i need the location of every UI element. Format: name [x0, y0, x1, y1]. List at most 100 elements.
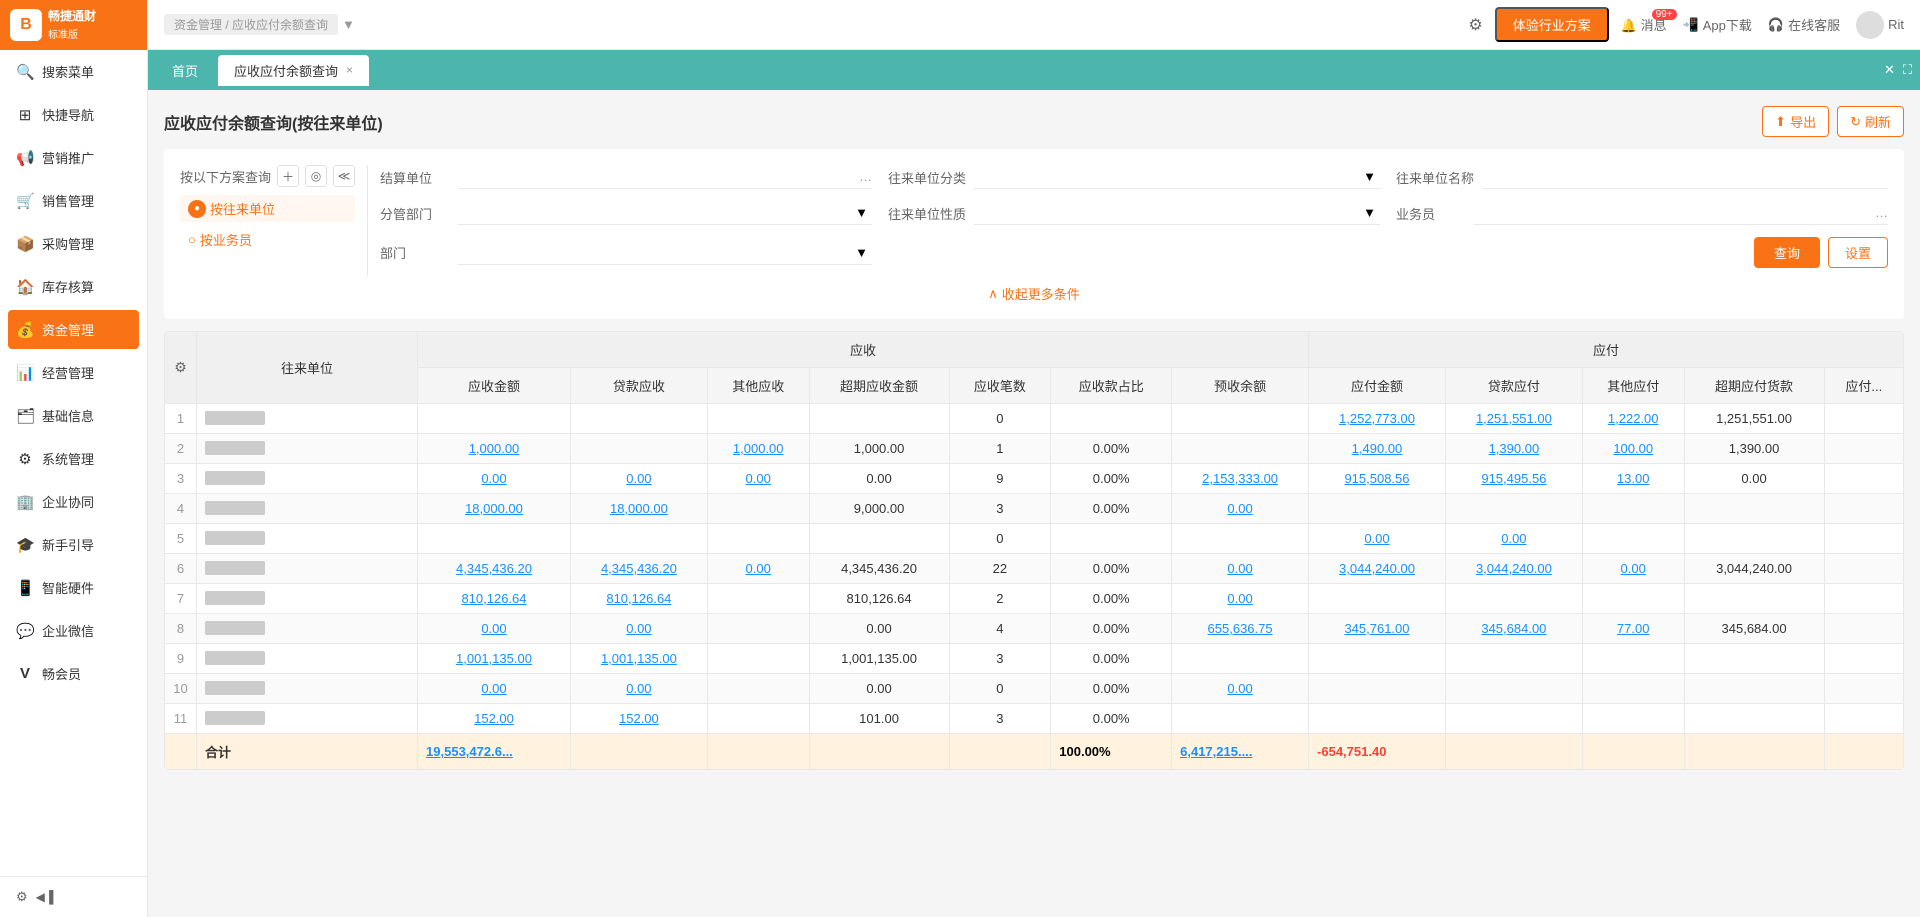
table-cell-link[interactable]: 3,044,240.00 [1445, 554, 1582, 584]
table-cell-link[interactable] [707, 614, 809, 644]
sidebar-item-system[interactable]: ⚙ 系统管理 [0, 437, 147, 480]
table-cell-link[interactable] [1582, 584, 1684, 614]
sidebar-item-operation[interactable]: 📊 经营管理 [0, 351, 147, 394]
maximize-window-icon[interactable]: ⛶ [1903, 62, 1912, 78]
table-cell-link[interactable]: 13.00 [1582, 464, 1684, 494]
sidebar-item-sales[interactable]: 🛒 销售管理 [0, 179, 147, 222]
table-cell-link[interactable] [570, 524, 707, 554]
settings-footer-icon[interactable]: ⚙ [16, 889, 28, 905]
table-cell-link[interactable]: 100.00 [1582, 434, 1684, 464]
table-cell-link[interactable] [1309, 704, 1446, 734]
filter-dept-dropdown[interactable]: ▼ [458, 201, 872, 225]
sidebar-item-hardware[interactable]: 📱 智能硬件 [0, 566, 147, 609]
table-cell-link[interactable]: 0.00 [570, 674, 707, 704]
table-cell-link[interactable]: 915,495.56 [1445, 464, 1582, 494]
table-cell-link[interactable]: 152.00 [418, 704, 571, 734]
table-cell-link[interactable]: 1,490.00 [1309, 434, 1446, 464]
table-cell-link[interactable]: 0.00 [570, 464, 707, 494]
table-cell-link[interactable]: 1,222.00 [1582, 404, 1684, 434]
filter-settlement-dots-icon[interactable]: … [859, 169, 872, 184]
filter-option-salesperson[interactable]: ○ 按业务员 [180, 226, 355, 253]
table-cell-link[interactable]: 655,636.75 [1172, 614, 1309, 644]
table-cell-link[interactable]: 0.00 [1582, 554, 1684, 584]
collapse-sidebar-button[interactable]: ◀▐ [36, 890, 54, 904]
table-cell-link[interactable]: 77.00 [1582, 614, 1684, 644]
table-cell-link[interactable] [1445, 704, 1582, 734]
table-cell-link[interactable] [418, 524, 571, 554]
table-cell-link[interactable]: 0.00 [418, 674, 571, 704]
table-cell-link[interactable] [1172, 704, 1309, 734]
table-cell-link[interactable] [1172, 644, 1309, 674]
sidebar-item-marketing[interactable]: 📢 营销推广 [0, 136, 147, 179]
service-button[interactable]: 🎧 在线客服 [1768, 15, 1840, 34]
filter-category-dropdown[interactable]: ▼ [974, 165, 1380, 189]
export-button[interactable]: ⬆ 导出 [1762, 106, 1829, 137]
table-cell-link[interactable] [1309, 584, 1446, 614]
table-cell-link[interactable]: 0.00 [1172, 554, 1309, 584]
table-cell-link[interactable]: 1,390.00 [1445, 434, 1582, 464]
sidebar-item-purchase[interactable]: 📦 采购管理 [0, 222, 147, 265]
filter-add-button[interactable]: ＋ [277, 165, 299, 187]
table-cell-link[interactable]: 345,684.00 [1445, 614, 1582, 644]
topbar-gear-icon[interactable]: ⚙ [1468, 15, 1482, 35]
table-cell-link[interactable]: 0.00 [1172, 674, 1309, 704]
user-avatar[interactable]: Rit [1856, 11, 1904, 39]
table-cell-link[interactable]: 0.00 [1445, 524, 1582, 554]
table-cell-link[interactable] [707, 494, 809, 524]
filter-settlement-text[interactable] [458, 165, 859, 188]
filter-target-button[interactable]: ◎ [305, 165, 327, 187]
table-cell-link[interactable] [707, 674, 809, 704]
table-cell-link[interactable] [707, 704, 809, 734]
table-cell-link[interactable] [1172, 404, 1309, 434]
table-cell-link[interactable]: 1,252,773.00 [1309, 404, 1446, 434]
table-cell-link[interactable] [570, 404, 707, 434]
table-cell-link[interactable] [707, 524, 809, 554]
table-cell-link[interactable] [1445, 674, 1582, 704]
table-cell-link[interactable]: 0.00 [418, 464, 571, 494]
sidebar-item-inventory[interactable]: 🏠 库存核算 [0, 265, 147, 308]
sidebar-item-coop[interactable]: 🏢 企业协同 [0, 480, 147, 523]
table-cell-link[interactable]: 0.00 [707, 464, 809, 494]
filter-name-input[interactable] [1482, 165, 1888, 189]
table-cell-link[interactable] [1309, 644, 1446, 674]
sidebar-item-wechat[interactable]: 💬 企业微信 [0, 609, 147, 652]
table-cell-link[interactable]: 810,126.64 [570, 584, 707, 614]
sidebar-item-member[interactable]: V 畅会员 [0, 652, 147, 695]
table-cell-link[interactable] [1582, 674, 1684, 704]
footer-rec-prepay[interactable]: 6,417,215.... [1172, 734, 1309, 770]
query-button[interactable]: 查询 [1754, 237, 1820, 268]
table-cell-link[interactable] [1582, 494, 1684, 524]
table-cell-link[interactable] [570, 434, 707, 464]
table-cell-link[interactable]: 915,508.56 [1309, 464, 1446, 494]
close-window-icon[interactable]: ✕ [1884, 62, 1895, 78]
table-cell-link[interactable]: 0.00 [1309, 524, 1446, 554]
table-cell-link[interactable] [707, 644, 809, 674]
collapse-filter-button[interactable]: ∧ 收起更多条件 [180, 284, 1888, 303]
table-cell-link[interactable]: 0.00 [1172, 584, 1309, 614]
table-cell-link[interactable]: 345,761.00 [1309, 614, 1446, 644]
filter-salesperson-dots-icon[interactable]: … [1875, 205, 1888, 220]
filter-back-button[interactable]: ≪ [333, 165, 355, 187]
table-cell-link[interactable] [1445, 494, 1582, 524]
table-cell-link[interactable] [1309, 494, 1446, 524]
table-cell-link[interactable]: 1,000.00 [707, 434, 809, 464]
table-cell-link[interactable] [1582, 644, 1684, 674]
filter-salesperson-text[interactable] [1474, 201, 1875, 224]
table-cell-link[interactable]: 0.00 [570, 614, 707, 644]
tab-active[interactable]: 应收应付余额查询 × [218, 55, 369, 86]
table-cell-link[interactable]: 1,000.00 [418, 434, 571, 464]
table-cell-link[interactable] [707, 584, 809, 614]
table-cell-link[interactable]: 4,345,436.20 [418, 554, 571, 584]
promo-button[interactable]: 体验行业方案 [1495, 7, 1609, 42]
table-cell-link[interactable] [707, 404, 809, 434]
table-cell-link[interactable] [1582, 704, 1684, 734]
footer-rec-amount[interactable]: 19,553,472.6... [418, 734, 571, 770]
table-setting-icon[interactable]: ⚙ [174, 359, 187, 375]
settings-button[interactable]: 设置 [1828, 237, 1888, 268]
table-cell-link[interactable] [418, 404, 571, 434]
tab-close-button[interactable]: × [346, 63, 353, 77]
app-download-button[interactable]: 📲 App下载 [1683, 15, 1752, 34]
tab-home[interactable]: 首页 [156, 55, 214, 86]
table-cell-link[interactable] [1445, 644, 1582, 674]
table-cell-link[interactable] [1445, 584, 1582, 614]
